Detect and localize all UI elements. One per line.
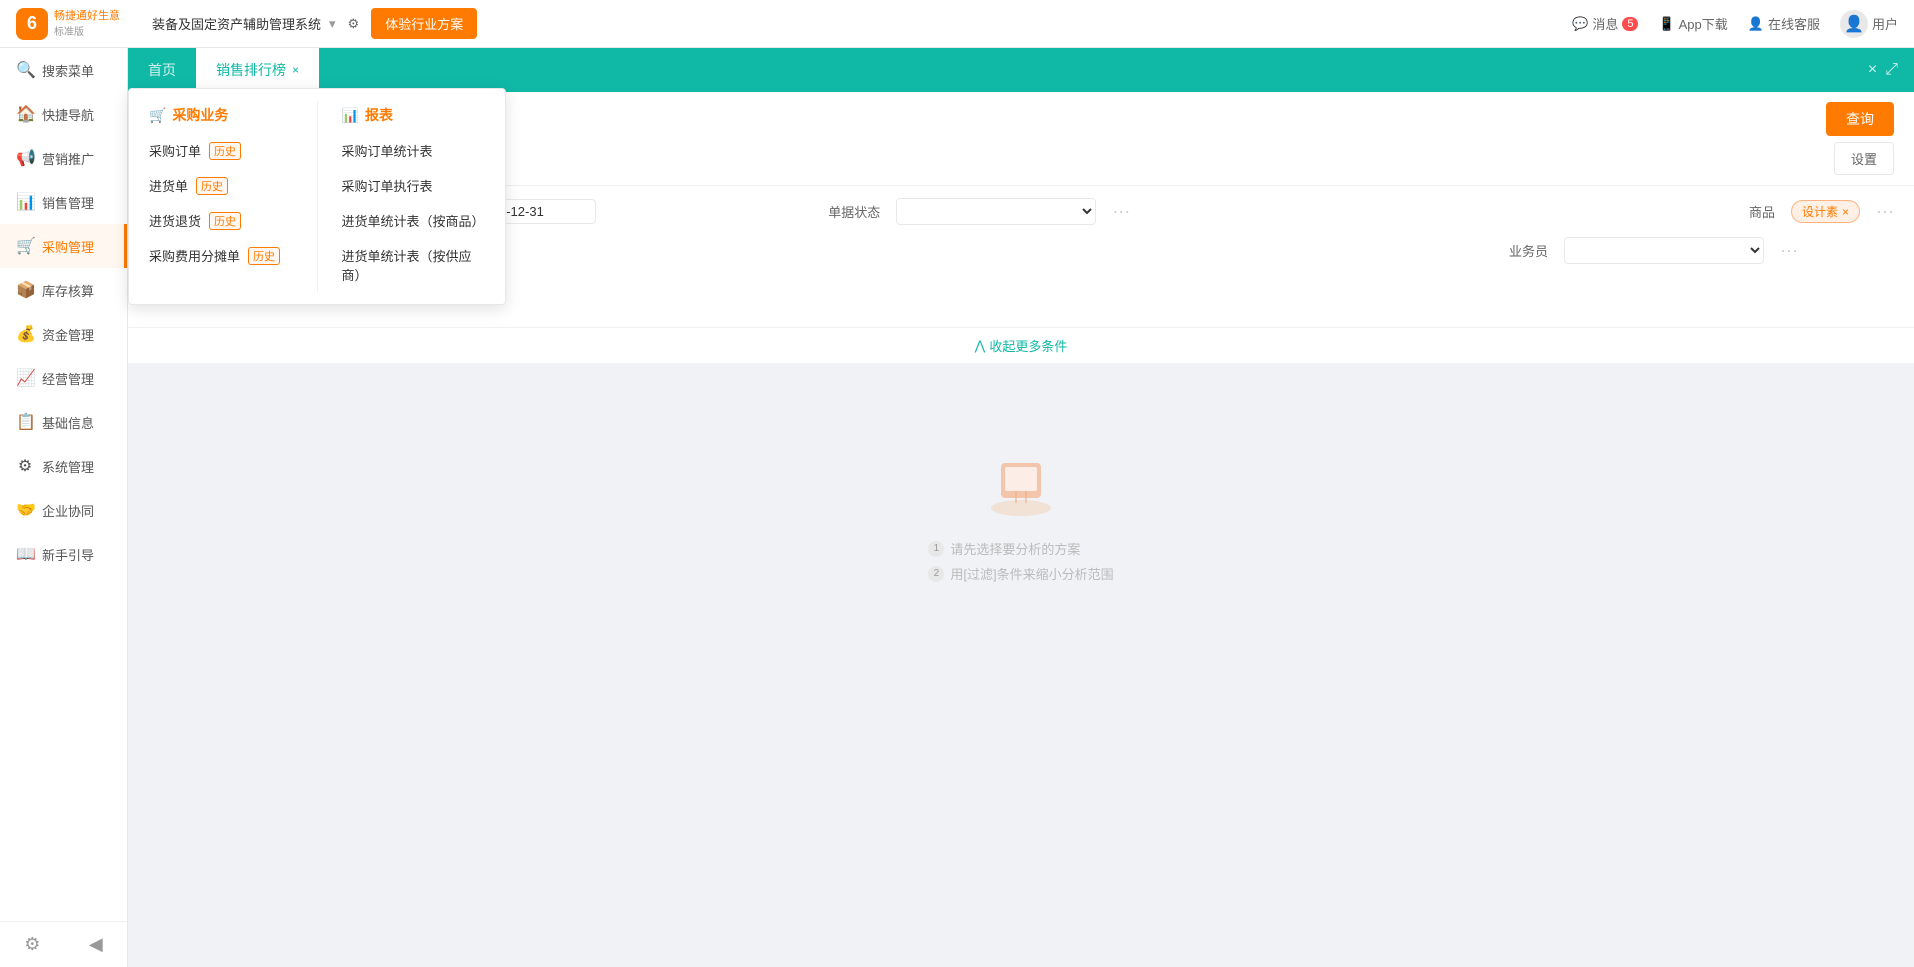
sidebar-item-finance[interactable]: 💰 资金管理 [0, 312, 127, 356]
purchase-section-title: 🛒 采购业务 [137, 101, 305, 133]
report-section: 📊 报表 采购订单统计表 采购订单执行表 进货单统计表（按商品） 进货单统计表（… [322, 101, 506, 292]
goods-chip: 设计素 × [1791, 200, 1860, 223]
voucher-status-select[interactable] [896, 198, 1096, 225]
sidebar-bottom: ⚙ ◀ [0, 921, 127, 967]
bullet-1: 1 [928, 541, 944, 557]
history-badge-0: 历史 [209, 142, 241, 160]
message-badge: 5 [1622, 17, 1638, 31]
history-badge-2: 历史 [209, 212, 241, 230]
collapse-icon: ⋀ [975, 338, 986, 354]
sidebar-item-sales[interactable]: 📊 销售管理 [0, 180, 127, 224]
sidebar-item-purchase[interactable]: 🛒 采购管理 [0, 224, 127, 268]
operations-icon: 📈 [16, 368, 34, 388]
industry-btn[interactable]: 体验行业方案 [371, 8, 477, 39]
empty-illustration [971, 443, 1071, 523]
history-badge-1: 历史 [196, 177, 228, 195]
phone-icon: 📱 [1658, 16, 1674, 32]
purchase-icon: 🛒 [16, 236, 34, 256]
empty-state: 1 请先选择要分析的方案 2 用[过滤]条件来缩小分析范围 [128, 363, 1914, 663]
history-badge-3: 历史 [248, 247, 280, 265]
tab-close-icon[interactable]: × [292, 63, 299, 77]
top-bar-right: 💬 消息 5 📱 App下载 👤 在线客服 👤 用户 [1572, 10, 1898, 38]
logo-area: 6 畅捷通好生意 标准版 [16, 8, 144, 40]
app-logo: 6 [16, 8, 48, 40]
menu-item-report-2[interactable]: 进货单统计表（按商品） [330, 203, 498, 238]
user-area[interactable]: 👤 用户 [1840, 10, 1898, 38]
message-icon: 💬 [1572, 16, 1588, 32]
menu-item-purchase-expense[interactable]: 采购费用分摊单 历史 [137, 238, 305, 273]
cooperation-icon: 🤝 [16, 500, 34, 520]
top-bar: 6 畅捷通好生意 标准版 装备及固定资产辅助管理系统 ▾ ⚙ 体验行业方案 💬 … [0, 0, 1914, 48]
purchase-section-icon: 🛒 [149, 107, 166, 124]
headset-icon: 👤 [1748, 16, 1764, 32]
purchase-dropdown-menu: 🛒 采购业务 采购订单 历史 进货单 历史 进货退货 历史 采购费用分摊单 历史… [128, 88, 506, 305]
sidebar-item-cooperation[interactable]: 🤝 企业协同 [0, 488, 127, 532]
sidebar-item-nav[interactable]: 🏠 快捷导航 [0, 92, 127, 136]
tab-bar: 首页 销售排行榜 × × ⤢ [128, 48, 1914, 92]
voucher-status-label: 单据状态 [828, 202, 880, 221]
empty-text-2: 2 用[过滤]条件来缩小分析范围 [928, 564, 1113, 583]
sidebar-settings-btn[interactable]: ⚙ [24, 934, 40, 955]
sales-icon: 📊 [16, 192, 34, 212]
salesperson-more[interactable]: ··· [1780, 240, 1798, 261]
goods-chip-remove[interactable]: × [1842, 205, 1849, 219]
goods-more[interactable]: ··· [1876, 201, 1894, 222]
purchase-section: 🛒 采购业务 采购订单 历史 进货单 历史 进货退货 历史 采购费用分摊单 历史 [129, 101, 313, 292]
settings-gear-icon[interactable]: ⚙ [348, 16, 360, 32]
logo-subtitle: 标准版 [54, 23, 120, 38]
sidebar-item-inventory[interactable]: 📦 库存核算 [0, 268, 127, 312]
search-icon: 🔍 [16, 60, 34, 80]
sidebar-collapse-btn[interactable]: ◀ [89, 934, 103, 955]
system-title-area: 装备及固定资产辅助管理系统 ▾ ⚙ [152, 14, 359, 33]
user-avatar: 👤 [1840, 10, 1868, 38]
salesperson-label: 业务员 [1509, 241, 1548, 260]
menu-divider [317, 101, 318, 292]
bullet-2: 2 [928, 566, 944, 582]
finance-icon: 💰 [16, 324, 34, 344]
marketing-icon: 📢 [16, 148, 34, 168]
tab-home[interactable]: 首页 [128, 48, 196, 92]
menu-item-report-1[interactable]: 采购订单执行表 [330, 168, 498, 203]
voucher-status-more[interactable]: ··· [1112, 201, 1130, 222]
menu-item-report-0[interactable]: 采购订单统计表 [330, 133, 498, 168]
menu-item-purchase-order[interactable]: 采购订单 历史 [137, 133, 305, 168]
message-item[interactable]: 💬 消息 5 [1572, 14, 1638, 33]
report-section-icon: 📊 [342, 107, 359, 124]
sidebar-item-operations[interactable]: 📈 经营管理 [0, 356, 127, 400]
guide-icon: 📖 [16, 544, 34, 564]
salesperson-select[interactable] [1564, 237, 1764, 264]
app-download-item[interactable]: 📱 App下载 [1658, 14, 1727, 33]
online-service-item[interactable]: 👤 在线客服 [1748, 14, 1820, 33]
home-icon: 🏠 [16, 104, 34, 124]
report-section-title: 📊 报表 [330, 101, 498, 133]
tab-expand-btn[interactable]: ⤢ [1885, 61, 1898, 79]
sidebar: 🔍 搜索菜单 🏠 快捷导航 📢 营销推广 📊 销售管理 🛒 采购管理 📦 [0, 48, 128, 967]
menu-item-goods-in[interactable]: 进货单 历史 [137, 168, 305, 203]
sidebar-item-marketing[interactable]: 📢 营销推广 [0, 136, 127, 180]
menu-item-report-3[interactable]: 进货单统计表（按供应商） [330, 238, 498, 292]
sidebar-item-basic-info[interactable]: 📋 基础信息 [0, 400, 127, 444]
menu-item-goods-return[interactable]: 进货退货 历史 [137, 203, 305, 238]
inventory-icon: 📦 [16, 280, 34, 300]
sidebar-item-search[interactable]: 🔍 搜索菜单 [0, 48, 127, 92]
goods-label: 商品 [1749, 202, 1775, 221]
tab-actions: × ⤢ [1868, 61, 1914, 79]
toolbar-right: 查询 设置 [1826, 102, 1894, 175]
collapse-btn[interactable]: ⋀ 收起更多条件 [128, 328, 1914, 363]
system-dropdown-icon[interactable]: ▾ [329, 16, 336, 32]
sidebar-item-guide[interactable]: 📖 新手引导 [0, 532, 127, 576]
query-button[interactable]: 查询 [1826, 102, 1894, 136]
settings-button[interactable]: 设置 [1834, 142, 1894, 175]
system-title-text: 装备及固定资产辅助管理系统 [152, 14, 321, 33]
tab-close-window-btn[interactable]: × [1868, 61, 1877, 79]
basic-info-icon: 📋 [16, 412, 34, 432]
sidebar-item-system[interactable]: ⚙ 系统管理 [0, 444, 127, 488]
logo-text: 畅捷通好生意 [54, 9, 120, 23]
system-icon: ⚙ [16, 456, 34, 476]
tab-sales-rank[interactable]: 销售排行榜 × [196, 48, 319, 92]
empty-text-1: 1 请先选择要分析的方案 [928, 539, 1080, 558]
